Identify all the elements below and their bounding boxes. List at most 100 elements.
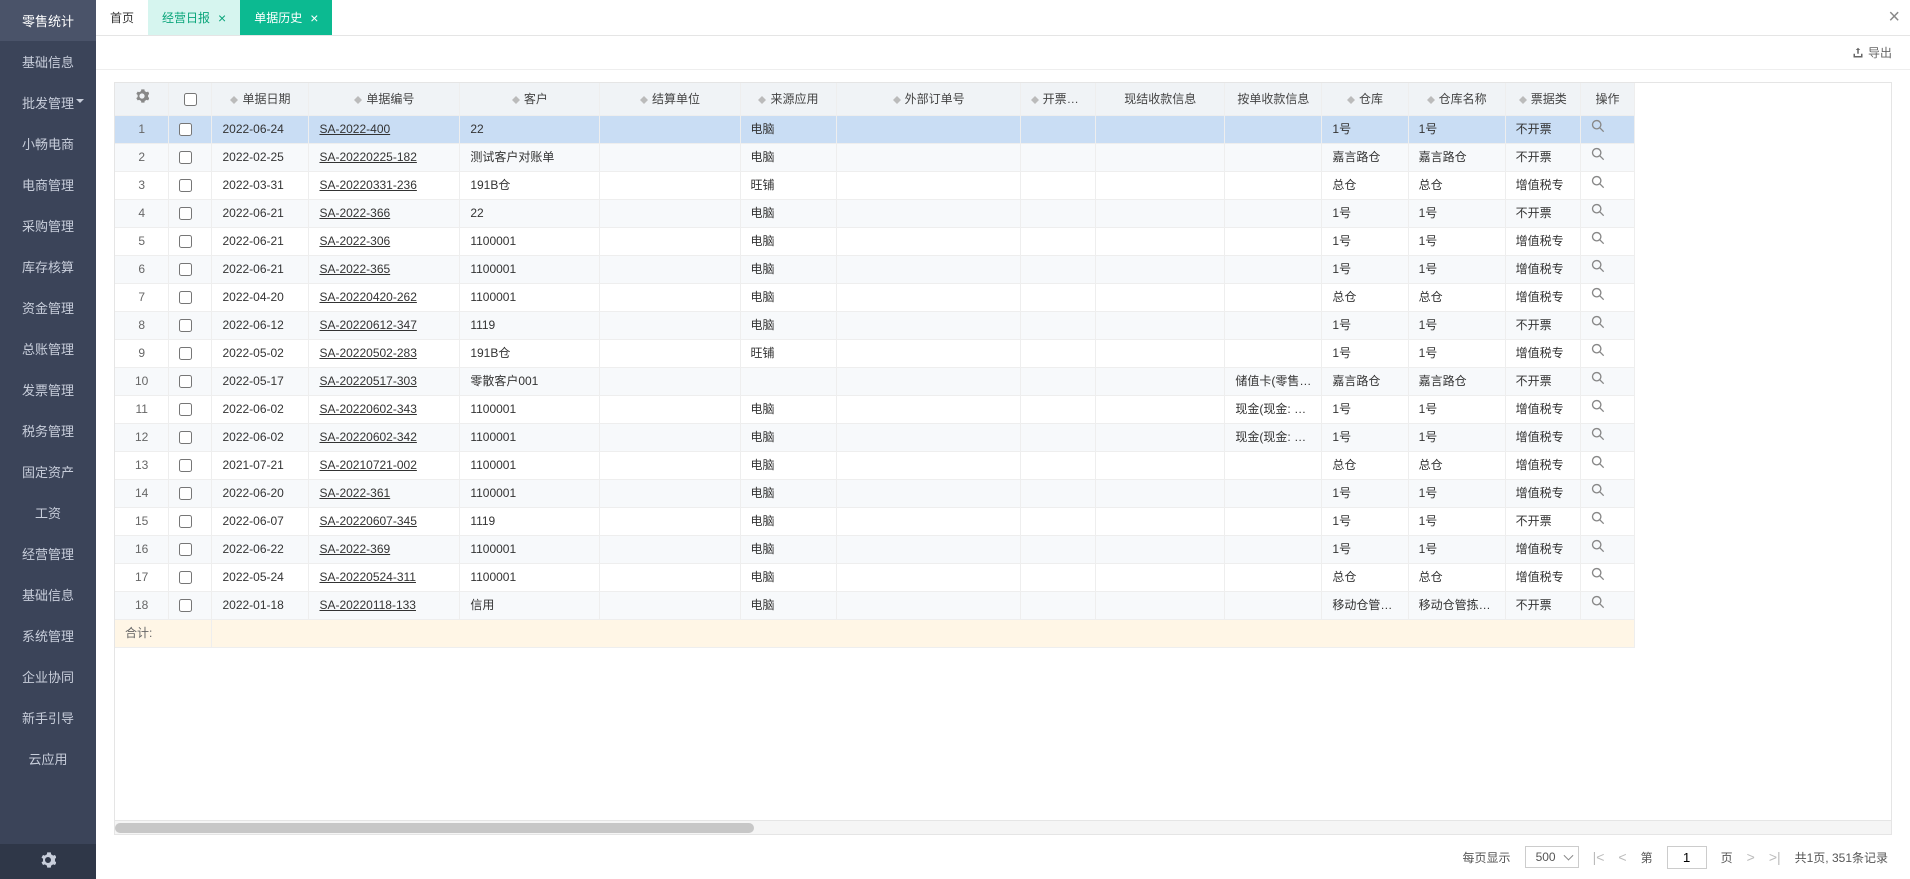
per-page-select[interactable]: 500 bbox=[1525, 846, 1579, 868]
view-button[interactable] bbox=[1591, 150, 1605, 164]
table-row[interactable]: 162022-06-22SA-2022-3691100001电脑1号1号增值税专 bbox=[115, 536, 1635, 564]
close-icon[interactable]: × bbox=[218, 11, 226, 25]
view-button[interactable] bbox=[1591, 374, 1605, 388]
prev-page-button[interactable]: < bbox=[1618, 849, 1626, 865]
row-checkbox[interactable] bbox=[179, 151, 192, 164]
doc-link[interactable]: SA-20220420-262 bbox=[319, 290, 416, 304]
sort-icon[interactable] bbox=[1427, 94, 1435, 106]
horizontal-scrollbar[interactable] bbox=[114, 821, 1892, 835]
col-warehouse-name[interactable]: 仓库名称 bbox=[1408, 83, 1505, 116]
doc-link[interactable]: SA-2022-361 bbox=[319, 486, 390, 500]
doc-link[interactable]: SA-20220331-236 bbox=[319, 178, 416, 192]
sort-icon[interactable] bbox=[640, 94, 648, 106]
sort-icon[interactable] bbox=[512, 94, 520, 106]
col-cash[interactable]: 现结收款信息 bbox=[1096, 83, 1225, 116]
view-button[interactable] bbox=[1591, 234, 1605, 248]
doc-link[interactable]: SA-2022-365 bbox=[319, 262, 390, 276]
first-page-button[interactable]: |< bbox=[1593, 849, 1605, 865]
col-no[interactable]: 单据编号 bbox=[309, 83, 460, 116]
last-page-button[interactable]: >| bbox=[1769, 849, 1781, 865]
view-button[interactable] bbox=[1591, 206, 1605, 220]
sidebar-item[interactable]: 云应用 bbox=[0, 738, 96, 779]
col-date[interactable]: 单据日期 bbox=[212, 83, 309, 116]
doc-link[interactable]: SA-20220524-311 bbox=[319, 570, 416, 584]
col-ext[interactable]: 外部订单号 bbox=[837, 83, 1020, 116]
doc-link[interactable]: SA-2022-306 bbox=[319, 234, 390, 248]
table-row[interactable]: 62022-06-21SA-2022-3651100001电脑1号1号增值税专 bbox=[115, 256, 1635, 284]
view-button[interactable] bbox=[1591, 430, 1605, 444]
sort-icon[interactable] bbox=[1031, 94, 1039, 106]
row-checkbox[interactable] bbox=[179, 179, 192, 192]
sidebar-item[interactable]: 采购管理 bbox=[0, 205, 96, 246]
tab-home[interactable]: 首页 bbox=[96, 0, 148, 35]
view-button[interactable] bbox=[1591, 178, 1605, 192]
sidebar-item[interactable]: 固定资产 bbox=[0, 451, 96, 492]
sidebar-item[interactable]: 电商管理 bbox=[0, 164, 96, 205]
row-checkbox[interactable] bbox=[179, 431, 192, 444]
view-button[interactable] bbox=[1591, 346, 1605, 360]
table-row[interactable]: 172022-05-24SA-20220524-3111100001电脑总仓总仓… bbox=[115, 564, 1635, 592]
view-button[interactable] bbox=[1591, 262, 1605, 276]
row-checkbox[interactable] bbox=[179, 599, 192, 612]
row-checkbox[interactable] bbox=[179, 403, 192, 416]
doc-link[interactable]: SA-20220225-182 bbox=[319, 150, 416, 164]
view-button[interactable] bbox=[1591, 598, 1605, 612]
col-warehouse[interactable]: 仓库 bbox=[1322, 83, 1408, 116]
view-button[interactable] bbox=[1591, 290, 1605, 304]
row-checkbox[interactable] bbox=[179, 515, 192, 528]
table-row[interactable]: 82022-06-12SA-20220612-3471119电脑1号1号不开票 bbox=[115, 312, 1635, 340]
sidebar-item[interactable]: 资金管理 bbox=[0, 287, 96, 328]
table-row[interactable]: 72022-04-20SA-20220420-2621100001电脑总仓总仓增… bbox=[115, 284, 1635, 312]
table-row[interactable]: 152022-06-07SA-20220607-3451119电脑1号1号不开票 bbox=[115, 508, 1635, 536]
close-icon[interactable]: × bbox=[310, 11, 318, 25]
scroll-thumb[interactable] bbox=[115, 823, 754, 833]
col-customer[interactable]: 客户 bbox=[460, 83, 600, 116]
doc-link[interactable]: SA-20220517-303 bbox=[319, 374, 416, 388]
row-checkbox[interactable] bbox=[179, 459, 192, 472]
table-row[interactable]: 122022-06-02SA-20220602-3421100001电脑现金(现… bbox=[115, 424, 1635, 452]
col-unit[interactable]: 结算单位 bbox=[600, 83, 740, 116]
table-row[interactable]: 142022-06-20SA-2022-3611100001电脑1号1号增值税专 bbox=[115, 480, 1635, 508]
sidebar-item[interactable]: 系统管理 bbox=[0, 615, 96, 656]
col-app[interactable]: 来源应用 bbox=[740, 83, 837, 116]
sort-icon[interactable] bbox=[230, 94, 238, 106]
doc-link[interactable]: SA-20220118-133 bbox=[319, 598, 416, 612]
row-checkbox[interactable] bbox=[179, 207, 192, 220]
table-row[interactable]: 182022-01-18SA-20220118-133信用电脑移动仓管拣…移动仓… bbox=[115, 592, 1635, 620]
doc-link[interactable]: SA-20220602-342 bbox=[319, 430, 416, 444]
sidebar-item[interactable]: 零售统计 bbox=[0, 0, 96, 41]
row-checkbox[interactable] bbox=[179, 319, 192, 332]
tab-bill-history[interactable]: 单据历史 × bbox=[240, 0, 332, 35]
view-button[interactable] bbox=[1591, 542, 1605, 556]
view-button[interactable] bbox=[1591, 486, 1605, 500]
row-checkbox[interactable] bbox=[179, 375, 192, 388]
row-checkbox[interactable] bbox=[179, 291, 192, 304]
sort-icon[interactable] bbox=[758, 94, 766, 106]
col-ticket[interactable]: 票据类 bbox=[1505, 83, 1580, 116]
table-row[interactable]: 132021-07-21SA-20210721-0021100001电脑总仓总仓… bbox=[115, 452, 1635, 480]
doc-link[interactable]: SA-20210721-002 bbox=[319, 458, 416, 472]
view-button[interactable] bbox=[1591, 458, 1605, 472]
table-row[interactable]: 22022-02-25SA-20220225-182测试客户对账单电脑嘉言路仓嘉… bbox=[115, 144, 1635, 172]
doc-link[interactable]: SA-2022-369 bbox=[319, 542, 390, 556]
sidebar-item[interactable]: 小畅电商 bbox=[0, 123, 96, 164]
checkbox-column[interactable] bbox=[169, 83, 212, 116]
sidebar-item[interactable]: 总账管理 bbox=[0, 328, 96, 369]
view-button[interactable] bbox=[1591, 402, 1605, 416]
sidebar-item[interactable]: 基础信息 bbox=[0, 574, 96, 615]
col-invoice[interactable]: 开票日期 bbox=[1020, 83, 1095, 116]
sidebar-item[interactable]: 企业协同 bbox=[0, 656, 96, 697]
table-row[interactable]: 112022-06-02SA-20220602-3431100001电脑现金(现… bbox=[115, 396, 1635, 424]
select-all-checkbox[interactable] bbox=[184, 93, 197, 106]
next-page-button[interactable]: > bbox=[1747, 849, 1755, 865]
table-row[interactable]: 32022-03-31SA-20220331-236191B仓旺铺总仓总仓增值税… bbox=[115, 172, 1635, 200]
row-checkbox[interactable] bbox=[179, 543, 192, 556]
table-row[interactable]: 42022-06-21SA-2022-36622电脑1号1号不开票 bbox=[115, 200, 1635, 228]
sidebar-item[interactable]: 工资 bbox=[0, 492, 96, 533]
sidebar-item[interactable]: 库存核算 bbox=[0, 246, 96, 287]
view-button[interactable] bbox=[1591, 122, 1605, 136]
close-all-icon[interactable]: × bbox=[1888, 6, 1900, 29]
sidebar-item[interactable]: 发票管理 bbox=[0, 369, 96, 410]
sort-icon[interactable] bbox=[1347, 94, 1355, 106]
table-row[interactable]: 102022-05-17SA-20220517-303零散客户001储值卡(零售… bbox=[115, 368, 1635, 396]
